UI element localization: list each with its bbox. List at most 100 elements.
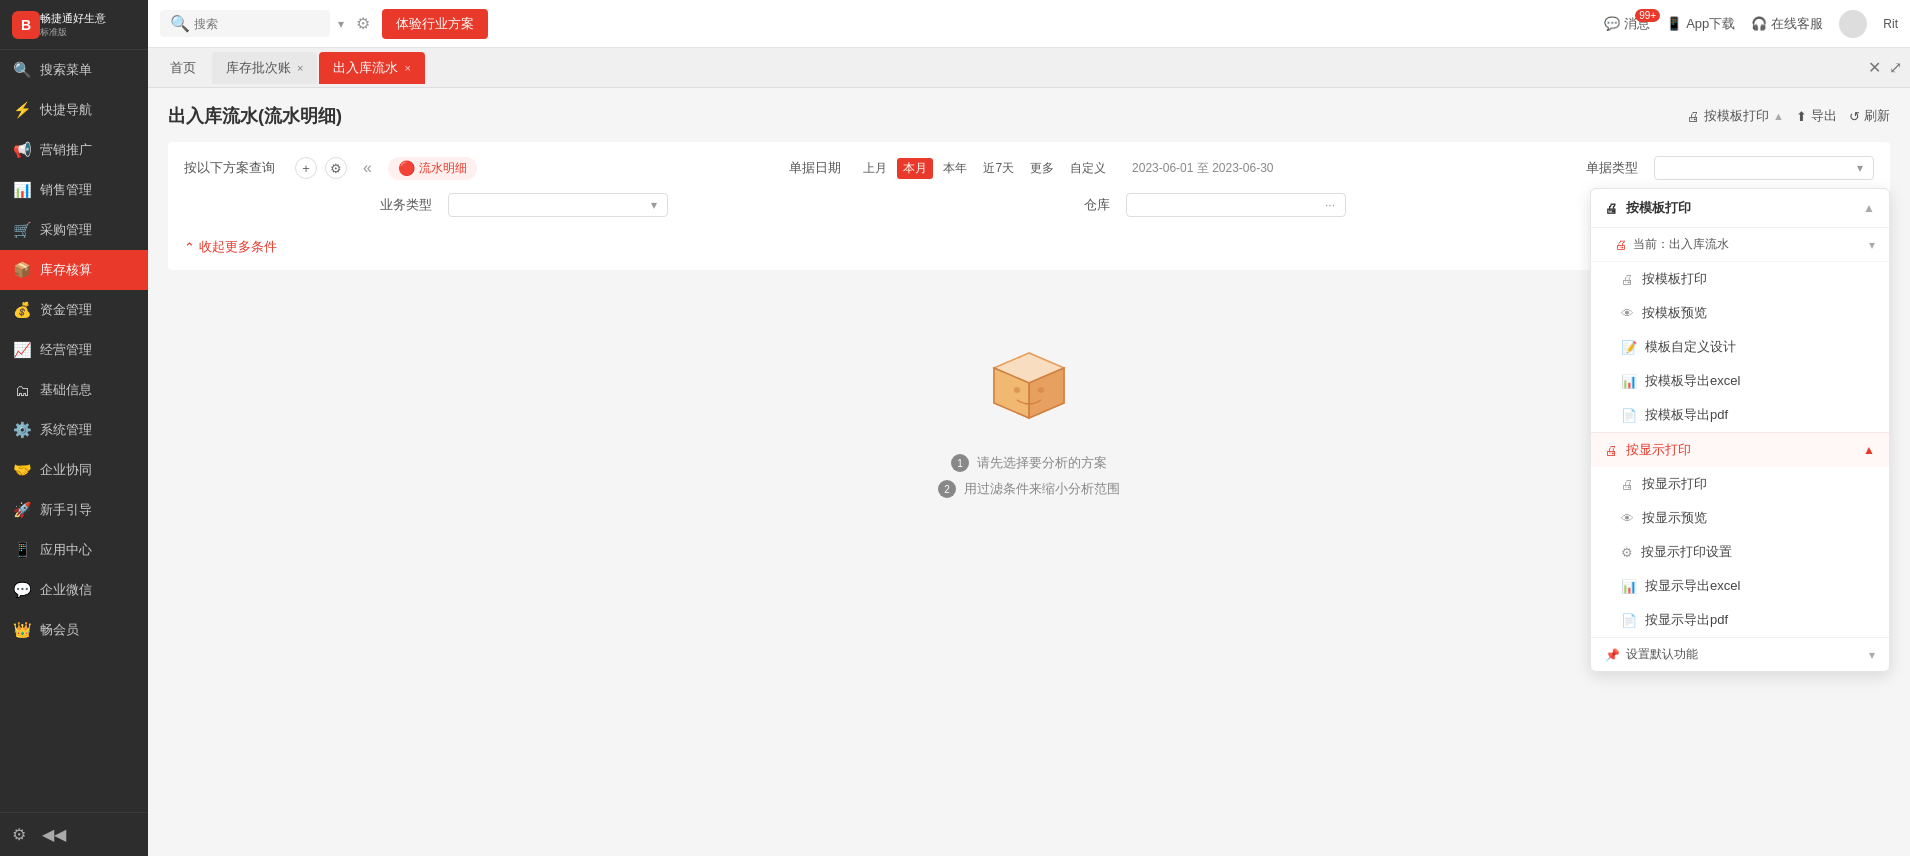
close-all-tabs-icon[interactable]: ✕ [1868, 58, 1881, 77]
search-input[interactable] [194, 17, 314, 31]
sidebar-item-finance[interactable]: 💰 资金管理 [0, 290, 148, 330]
export-label: 导出 [1811, 107, 1837, 125]
sidebar-item-marketing[interactable]: 📢 营销推广 [0, 130, 148, 170]
dropdown-item-display-print-settings[interactable]: ⚙ 按显示打印设置 [1591, 535, 1889, 569]
sidebar-item-appstore[interactable]: 📱 应用中心 [0, 530, 148, 570]
dropdown-item-display-preview[interactable]: 👁 按显示预览 [1591, 501, 1889, 535]
date-tabs: 上月 本月 本年 近7天 更多 自定义 [857, 158, 1112, 179]
sidebar-item-guide[interactable]: 🚀 新手引导 [0, 490, 148, 530]
dropdown-header[interactable]: 🖨 按模板打印 ▲ [1591, 189, 1889, 228]
template-preview-item-label: 按模板预览 [1642, 304, 1707, 322]
tabbar: 首页 库存批次账 × 出入库流水 × ✕ ⤢ [148, 48, 1910, 88]
page-title: 出入库流水(流水明细) [168, 104, 342, 128]
topbar-search-icon: 🔍 [170, 14, 190, 33]
template-print-btn[interactable]: 🖨 按模板打印 ▲ [1687, 107, 1784, 125]
doc-type-select[interactable]: ▾ [1654, 156, 1874, 180]
tab-inventory-batch[interactable]: 库存批次账 × [212, 52, 317, 84]
dropdown-section-display[interactable]: 🖨 按显示打印 ▲ [1591, 432, 1889, 467]
dropdown-item-template-excel[interactable]: 📊 按模板导出excel [1591, 364, 1889, 398]
topbar: 🔍 ▾ ⚙ 体验行业方案 💬 消息 99+ 📱 App下载 🎧 在线客服 Rit [148, 0, 1910, 48]
tab-inout-flow-close[interactable]: × [404, 62, 410, 74]
sidebar-item-search[interactable]: 🔍 搜索菜单 [0, 50, 148, 90]
date-tab-more[interactable]: 更多 [1024, 158, 1060, 179]
sidebar: B 畅捷通好生意 标准版 🔍 搜索菜单 ⚡ 快捷导航 📢 营销推广 📊 销售管理… [0, 0, 148, 856]
filter-settings-btn[interactable]: ⚙ [325, 157, 347, 179]
display-preview-item-icon: 👁 [1621, 511, 1634, 526]
app-download-label: App下载 [1686, 15, 1735, 33]
dropdown-item-template-custom[interactable]: 📝 模板自定义设计 [1591, 330, 1889, 364]
sidebar-item-inventory[interactable]: 📦 库存核算 [0, 250, 148, 290]
sidebar-item-operations[interactable]: 📈 经营管理 [0, 330, 148, 370]
topbar-right: 💬 消息 99+ 📱 App下载 🎧 在线客服 Rit [1604, 10, 1898, 38]
collapse-sidebar-icon[interactable]: ◀◀ [42, 825, 66, 844]
dropdown-item-display-pdf[interactable]: 📄 按显示导出pdf [1591, 603, 1889, 637]
date-tab-custom[interactable]: 自定义 [1064, 158, 1112, 179]
avatar[interactable] [1839, 10, 1867, 38]
tab-home[interactable]: 首页 [156, 52, 210, 84]
customer-service-icon: 🎧 [1751, 16, 1767, 31]
display-section-icon: 🖨 [1605, 443, 1618, 458]
guide-icon: 🚀 [12, 500, 32, 520]
dropdown-item-display-excel[interactable]: 📊 按显示导出excel [1591, 569, 1889, 603]
filter-collapse-icon[interactable]: « [363, 159, 372, 177]
dropdown-current-template[interactable]: 🖨 当前：出入库流水 ▾ [1591, 228, 1889, 262]
customer-service-btn[interactable]: 🎧 在线客服 [1751, 15, 1823, 33]
sidebar-item-basic[interactable]: 🗂 基础信息 [0, 370, 148, 410]
sidebar-item-label: 系统管理 [40, 421, 92, 439]
app-download-btn[interactable]: 📱 App下载 [1666, 15, 1735, 33]
industry-btn[interactable]: 体验行业方案 [382, 9, 488, 39]
page-header-actions: 🖨 按模板打印 ▲ ⬆ 导出 ↺ 刷新 [1687, 107, 1890, 125]
topbar-search-box[interactable]: 🔍 [160, 10, 330, 37]
date-tab-this-year[interactable]: 本年 [937, 158, 973, 179]
sidebar-item-label: 应用中心 [40, 541, 92, 559]
chevron-up-icon: ⌃ [184, 240, 195, 255]
collapse-more-label: 收起更多条件 [199, 238, 277, 256]
sidebar-item-sales[interactable]: 📊 销售管理 [0, 170, 148, 210]
sidebar-item-system[interactable]: ⚙️ 系统管理 [0, 410, 148, 450]
search-chevron-icon[interactable]: ▾ [338, 17, 344, 31]
display-print-item-label: 按显示打印 [1642, 475, 1707, 493]
dropdown-item-template-print[interactable]: 🖨 按模板打印 [1591, 262, 1889, 296]
sidebar-item-label: 基础信息 [40, 381, 92, 399]
template-print-dropdown: 🖨 按模板打印 ▲ 🖨 当前：出入库流水 ▾ 🖨 按模板打印 👁 [1590, 188, 1890, 672]
biz-type-arrow-icon: ▾ [651, 198, 657, 212]
tab-inout-flow[interactable]: 出入库流水 × [319, 52, 424, 84]
dropdown-item-template-pdf[interactable]: 📄 按模板导出pdf [1591, 398, 1889, 432]
biz-type-select[interactable]: ▾ [448, 193, 668, 217]
sidebar-item-label: 新手引导 [40, 501, 92, 519]
dropdown-item-template-preview[interactable]: 👁 按模板预览 [1591, 296, 1889, 330]
sidebar-item-label: 经营管理 [40, 341, 92, 359]
sidebar-item-label: 营销推广 [40, 141, 92, 159]
dropdown-footer[interactable]: 📌 设置默认功能 ▾ [1591, 637, 1889, 671]
sidebar-item-wechat[interactable]: 💬 企业微信 [0, 570, 148, 610]
date-range-display: 2023-06-01 至 2023-06-30 [1132, 160, 1273, 177]
dropdown-item-display-print[interactable]: 🖨 按显示打印 [1591, 467, 1889, 501]
message-btn[interactable]: 💬 消息 99+ [1604, 15, 1650, 33]
sidebar-item-label: 企业协同 [40, 461, 92, 479]
template-excel-item-icon: 📊 [1621, 374, 1637, 389]
date-tab-this-month[interactable]: 本月 [897, 158, 933, 179]
tab-inventory-batch-close[interactable]: × [297, 62, 303, 74]
sidebar-item-label: 企业微信 [40, 581, 92, 599]
filter-tag-icon: 🔴 [398, 160, 415, 176]
active-filter-tag: 🔴 流水明细 [388, 157, 477, 180]
sidebar-item-coop[interactable]: 🤝 企业协同 [0, 450, 148, 490]
warehouse-select[interactable]: ··· [1126, 193, 1346, 217]
template-print-chevron: ▲ [1773, 110, 1784, 122]
topbar-gear-icon[interactable]: ⚙ [356, 14, 370, 33]
export-btn[interactable]: ⬆ 导出 [1796, 107, 1837, 125]
sidebar-item-purchase[interactable]: 🛒 采购管理 [0, 210, 148, 250]
display-section-label: 按显示打印 [1626, 441, 1691, 459]
template-custom-item-label: 模板自定义设计 [1645, 338, 1736, 356]
current-template-chevron: ▾ [1869, 238, 1875, 252]
page-content: 出入库流水(流水明细) 🖨 按模板打印 ▲ ⬆ 导出 ↺ 刷新 [148, 88, 1910, 856]
filter-add-btn[interactable]: + [295, 157, 317, 179]
sidebar-item-vip[interactable]: 👑 畅会员 [0, 610, 148, 650]
expand-window-icon[interactable]: ⤢ [1889, 58, 1902, 77]
settings-footer-icon[interactable]: ⚙ [12, 825, 26, 844]
tab-inventory-batch-label: 库存批次账 [226, 59, 291, 77]
refresh-btn[interactable]: ↺ 刷新 [1849, 107, 1890, 125]
date-tab-last-month[interactable]: 上月 [857, 158, 893, 179]
date-tab-last-7[interactable]: 近7天 [977, 158, 1020, 179]
sidebar-item-quick-nav[interactable]: ⚡ 快捷导航 [0, 90, 148, 130]
